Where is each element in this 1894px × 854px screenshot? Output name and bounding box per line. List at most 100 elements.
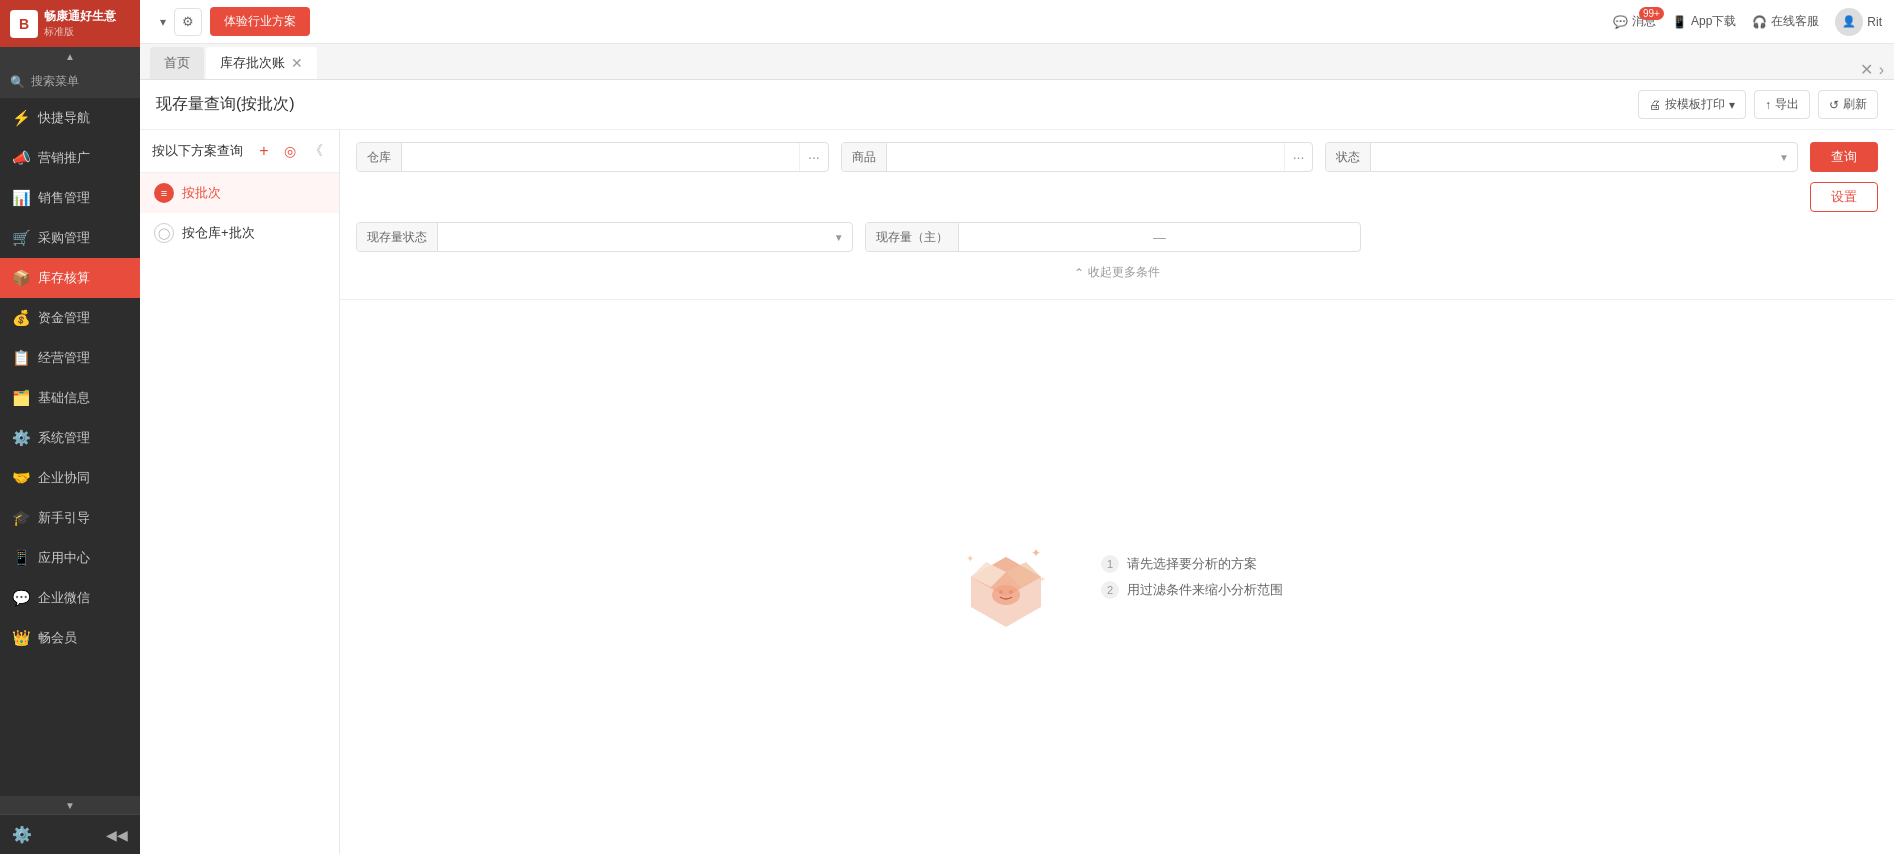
stock-qty-separator: — xyxy=(1145,230,1174,245)
query-btn[interactable]: 查询 xyxy=(1810,142,1878,172)
sidebar-item-marketing[interactable]: 📣 营销推广 xyxy=(0,138,140,178)
stock-status-dropdown-icon[interactable]: ▼ xyxy=(826,232,852,243)
sidebar-item-label: 营销推广 xyxy=(38,149,90,167)
svg-text:✦: ✦ xyxy=(966,553,974,564)
search-icon: 🔍 xyxy=(10,75,25,89)
empty-text-group: 1 请先选择要分析的方案 2 用过滤条件来缩小分析范围 xyxy=(1101,555,1283,599)
guide-icon: 🎓 xyxy=(12,509,30,527)
svg-text:✦: ✦ xyxy=(1031,546,1041,560)
empty-illustration: ✦ ✦ ✦ xyxy=(951,527,1061,627)
status-dropdown-icon[interactable]: ▼ xyxy=(1771,152,1797,163)
tab-batch-account[interactable]: 库存批次账 ✕ xyxy=(206,47,317,79)
collapse-filters-btn[interactable]: ⌃ 收起更多条件 xyxy=(356,258,1878,287)
sidebar-item-guide[interactable]: 🎓 新手引导 xyxy=(0,498,140,538)
user-area[interactable]: 👤 Rit xyxy=(1835,8,1882,36)
app-edition: 标准版 xyxy=(44,25,116,39)
messages-btn[interactable]: 💬 消息 99+ xyxy=(1613,13,1656,30)
app-download-label: App下载 xyxy=(1691,13,1736,30)
finance-icon: 💰 xyxy=(12,309,30,327)
panel-close-btn[interactable]: ✕ xyxy=(1860,60,1873,79)
gear-icon: ⚙ xyxy=(182,14,194,29)
inventory-icon: 📦 xyxy=(12,269,30,287)
sidebar-scroll-up[interactable]: ▲ xyxy=(0,47,140,65)
sidebar-item-label: 企业协同 xyxy=(38,469,90,487)
warehouse-filter-input[interactable] xyxy=(402,150,799,164)
sidebar-search[interactable]: 🔍 搜索菜单 xyxy=(0,65,140,98)
tab-home[interactable]: 首页 xyxy=(150,47,204,79)
headset-icon: 🎧 xyxy=(1752,15,1767,29)
stock-status-filter-input[interactable] xyxy=(438,230,826,244)
status-filter-input[interactable] xyxy=(1371,150,1771,164)
add-scheme-btn[interactable]: + xyxy=(253,140,275,162)
search-label: 搜索菜单 xyxy=(31,73,79,90)
svg-point-4 xyxy=(992,585,1020,605)
topbar-gear-btn[interactable]: ⚙ xyxy=(174,8,202,36)
app-logo: B xyxy=(10,10,38,38)
main-area: ▾ ⚙ 体验行业方案 💬 消息 99+ 📱 App下载 🎧 在线客服 xyxy=(140,0,1894,854)
setting-btn[interactable]: 设置 xyxy=(1810,182,1878,212)
settings-scheme-btn[interactable]: ◎ xyxy=(279,140,301,162)
stock-qty-to-input[interactable] xyxy=(1174,230,1360,244)
panel-chevron-btn[interactable]: › xyxy=(1879,61,1884,79)
sidebar-item-sales[interactable]: 📊 销售管理 xyxy=(0,178,140,218)
export-btn[interactable]: ↑ 导出 xyxy=(1754,90,1810,119)
sidebar-item-inventory[interactable]: 📦 库存核算 xyxy=(0,258,140,298)
sidebar-item-purchase[interactable]: 🛒 采购管理 xyxy=(0,218,140,258)
warehouse-more-btn[interactable]: ··· xyxy=(799,143,828,171)
topbar: ▾ ⚙ 体验行业方案 💬 消息 99+ 📱 App下载 🎧 在线客服 xyxy=(140,0,1894,44)
scheme-inactive-icon: ◯ xyxy=(154,223,174,243)
print-label: 按模板打印 xyxy=(1665,96,1725,113)
sidebar-item-business[interactable]: 📋 经营管理 xyxy=(0,338,140,378)
settings-icon[interactable]: ⚙️ xyxy=(12,825,32,844)
product-more-btn[interactable]: ··· xyxy=(1284,143,1313,171)
message-icon: 💬 xyxy=(1613,15,1628,29)
scheme-by-warehouse-batch-label: 按仓库+批次 xyxy=(182,224,255,242)
export-label: 导出 xyxy=(1775,96,1799,113)
collapse-filters-label: 收起更多条件 xyxy=(1088,264,1160,281)
member-icon: 👑 xyxy=(12,629,30,647)
hint-num-1: 1 xyxy=(1101,555,1119,573)
trial-industry-btn[interactable]: 体验行业方案 xyxy=(210,7,310,36)
warehouse-batch-icon: ◯ xyxy=(158,227,170,240)
sidebar-item-basics[interactable]: 🗂️ 基础信息 xyxy=(0,378,140,418)
business-icon: 📋 xyxy=(12,349,30,367)
sidebar-item-member[interactable]: 👑 畅会员 xyxy=(0,618,140,658)
product-filter-input[interactable] xyxy=(887,150,1284,164)
topbar-dropdown-btn[interactable]: ▾ xyxy=(160,15,166,29)
user-avatar: 👤 xyxy=(1835,8,1863,36)
scheme-by-warehouse-batch[interactable]: ◯ 按仓库+批次 xyxy=(140,213,339,253)
scheme-active-icon: ≡ xyxy=(154,183,174,203)
collapse-sidebar-btn[interactable]: ◀◀ xyxy=(106,827,128,843)
left-panel-title: 按以下方案查询 xyxy=(152,142,243,160)
content-body: 按以下方案查询 + ◎ 《 ≡ 按批次 ◯ 按仓库+批次 xyxy=(140,130,1894,854)
sidebar-item-label: 采购管理 xyxy=(38,229,90,247)
scheme-by-batch[interactable]: ≡ 按批次 xyxy=(140,173,339,213)
sidebar-item-system[interactable]: ⚙️ 系统管理 xyxy=(0,418,140,458)
sidebar-item-quick-nav[interactable]: ⚡ 快捷导航 xyxy=(0,98,140,138)
sidebar-item-label: 库存核算 xyxy=(38,269,90,287)
sidebar-item-app-center[interactable]: 📱 应用中心 xyxy=(0,538,140,578)
sidebar-item-collab[interactable]: 🤝 企业协同 xyxy=(0,458,140,498)
collapse-panel-btn[interactable]: 《 xyxy=(305,140,327,162)
left-panel-header: 按以下方案查询 + ◎ 《 xyxy=(140,130,339,173)
refresh-btn[interactable]: ↺ 刷新 xyxy=(1818,90,1878,119)
svg-point-6 xyxy=(1009,590,1013,594)
sales-icon: 📊 xyxy=(12,189,30,207)
sidebar-scroll-down[interactable]: ▼ xyxy=(0,796,140,814)
stock-qty-from-input[interactable] xyxy=(959,230,1145,244)
online-service-btn[interactable]: 🎧 在线客服 xyxy=(1752,13,1819,30)
tab-close-btn[interactable]: ✕ xyxy=(291,56,303,70)
app-title-group: 畅康通好生意 标准版 xyxy=(44,8,116,39)
batch-icon: ≡ xyxy=(161,187,167,199)
sidebar-item-label: 新手引导 xyxy=(38,509,90,527)
sidebar-item-finance[interactable]: 💰 资金管理 xyxy=(0,298,140,338)
print-icon: 🖨 xyxy=(1649,98,1661,112)
sidebar-item-wechat[interactable]: 💬 企业微信 xyxy=(0,578,140,618)
marketing-icon: 📣 xyxy=(12,149,30,167)
message-badge: 99+ xyxy=(1639,7,1664,20)
basics-icon: 🗂️ xyxy=(12,389,30,407)
print-template-btn[interactable]: 🖨 按模板打印 ▾ xyxy=(1638,90,1746,119)
app-download-btn[interactable]: 📱 App下载 xyxy=(1672,13,1736,30)
hint-num-2: 2 xyxy=(1101,581,1119,599)
phone-icon: 📱 xyxy=(1672,15,1687,29)
